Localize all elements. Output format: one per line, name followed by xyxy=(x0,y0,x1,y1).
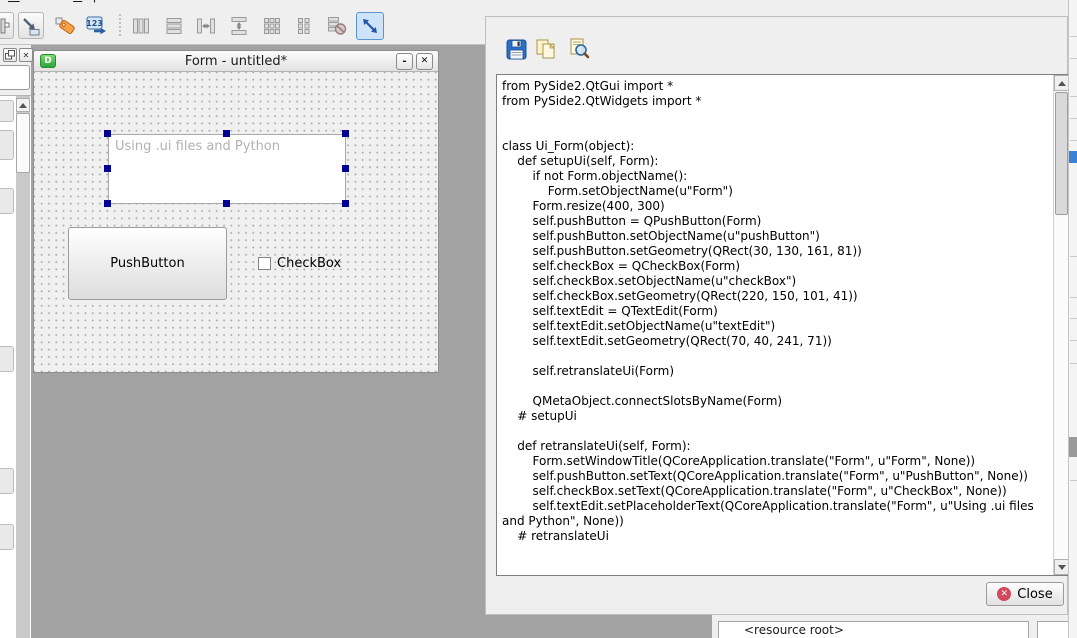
break-layout-button[interactable] xyxy=(324,12,350,39)
save-button[interactable] xyxy=(504,37,528,61)
adjust-size-button[interactable] xyxy=(356,12,384,40)
textedit-placeholder: Using .ui files and Python xyxy=(115,139,280,154)
layout-horizontal-icon xyxy=(132,17,150,35)
scroll-down-button[interactable] xyxy=(1054,559,1069,575)
edit-signals-slots-icon xyxy=(21,16,41,36)
selection-handle-top-left[interactable] xyxy=(104,130,111,137)
dock-float-button[interactable] xyxy=(3,48,17,62)
property-editor-sliver xyxy=(1068,0,1077,638)
find-icon xyxy=(568,38,590,60)
svg-text:123: 123 xyxy=(86,19,103,28)
widget-box-scrollbar[interactable] xyxy=(16,96,30,638)
close-button[interactable]: ✕ xyxy=(416,53,433,70)
code-editor[interactable]: from PySide2.QtGui import * from PySide2… xyxy=(496,74,1069,576)
resource-root-item[interactable]: <resource root> xyxy=(719,622,1028,637)
selection-handle-bottom-center[interactable] xyxy=(223,200,230,207)
copy-button[interactable] xyxy=(534,37,558,61)
layout-form-button[interactable] xyxy=(292,12,318,39)
selected-row-fragment xyxy=(1069,151,1077,163)
layout-form-icon xyxy=(296,17,314,35)
float-icon xyxy=(5,50,15,60)
edit-buddies-button[interactable] xyxy=(52,12,78,39)
pushbutton-widget[interactable]: PushButton xyxy=(68,227,227,300)
menu-window[interactable]: Window xyxy=(8,0,55,3)
selection-handle-top-center[interactable] xyxy=(223,130,230,137)
layout-horizontal-splitter-button[interactable] xyxy=(193,12,219,39)
close-circle-icon: ✕ xyxy=(997,587,1011,601)
edit-widgets-icon xyxy=(0,17,11,35)
widget-category-item[interactable] xyxy=(0,346,14,372)
scroll-up-button[interactable] xyxy=(1054,75,1069,91)
selection-handle-bottom-right[interactable] xyxy=(342,200,349,207)
layout-vertical-icon xyxy=(165,17,183,35)
edit-buddies-icon xyxy=(54,16,76,36)
adjust-size-icon xyxy=(360,16,380,36)
layout-grid-button[interactable] xyxy=(259,12,285,39)
widget-category-item[interactable] xyxy=(0,188,14,214)
selection-handle-middle-left[interactable] xyxy=(104,165,111,172)
edit-widgets-button[interactable] xyxy=(0,12,14,39)
menu-bar: Window Help xyxy=(0,0,200,5)
checkbox-box[interactable] xyxy=(258,257,271,270)
widget-box-panel: ✕ xyxy=(0,45,31,638)
resource-tree[interactable]: <resource root> xyxy=(718,621,1029,638)
arrow-up-icon xyxy=(1058,81,1066,86)
menu-help[interactable]: Help xyxy=(73,0,100,3)
minimize-button[interactable]: - xyxy=(396,53,413,70)
scrollbar-thumb[interactable] xyxy=(1055,92,1068,215)
arrow-up-icon xyxy=(19,103,27,108)
form-window-titlebar[interactable]: D Form - untitled* - ✕ xyxy=(34,51,438,72)
checkbox-label: CheckBox xyxy=(277,256,341,271)
save-icon xyxy=(506,39,527,60)
selection-handle-bottom-left[interactable] xyxy=(104,200,111,207)
checkbox-widget[interactable]: CheckBox xyxy=(258,256,341,271)
edit-tab-order-icon: 123 xyxy=(86,15,108,37)
widget-category-item[interactable] xyxy=(0,130,14,160)
scrollbar-fragment xyxy=(1069,437,1077,457)
layout-vertical-button[interactable] xyxy=(161,12,187,39)
edit-signals-slots-button[interactable] xyxy=(18,12,44,39)
arrow-down-icon xyxy=(1058,565,1066,570)
designer-form-window: D Form - untitled* - ✕ Using .ui files a… xyxy=(33,50,439,373)
scroll-up-button[interactable] xyxy=(16,98,30,112)
break-layout-icon xyxy=(327,16,347,36)
edit-tab-order-button[interactable]: 123 xyxy=(84,12,110,39)
layout-horizontal-splitter-icon xyxy=(196,17,216,35)
layout-horizontal-button[interactable] xyxy=(128,12,154,39)
dock-close-button[interactable]: ✕ xyxy=(19,48,33,62)
widget-category-item[interactable] xyxy=(0,468,14,494)
layout-vertical-splitter-icon xyxy=(230,16,248,36)
layout-grid-icon xyxy=(263,17,281,35)
code-scrollbar[interactable] xyxy=(1053,75,1068,575)
form-window-title: Form - untitled* xyxy=(34,54,438,69)
selection-handle-middle-right[interactable] xyxy=(342,165,349,172)
find-button[interactable] xyxy=(567,37,591,61)
dialog-close-button[interactable]: ✕ Close xyxy=(986,582,1064,606)
selection-handle-top-right[interactable] xyxy=(342,130,349,137)
form-canvas[interactable]: Using .ui files and Python PushButton Ch… xyxy=(34,72,438,372)
code-text[interactable]: from PySide2.QtGui import * from PySide2… xyxy=(497,75,1053,548)
widget-category-item[interactable] xyxy=(0,100,14,122)
textedit-widget[interactable]: Using .ui files and Python xyxy=(108,134,346,204)
layout-vertical-splitter-button[interactable] xyxy=(226,12,252,39)
close-icon: ✕ xyxy=(23,51,30,60)
toolbar-separator xyxy=(119,14,121,36)
scrollbar-thumb[interactable] xyxy=(16,113,30,173)
widget-category-item[interactable] xyxy=(0,524,14,550)
copy-icon xyxy=(535,38,557,60)
resource-browser-panel: <resource root> xyxy=(712,615,1077,638)
widget-box-list xyxy=(0,95,31,638)
close-button-label: Close xyxy=(1017,587,1052,602)
code-preview-dialog: from PySide2.QtGui import * from PySide2… xyxy=(485,16,1068,615)
widget-filter-input[interactable] xyxy=(0,65,30,90)
